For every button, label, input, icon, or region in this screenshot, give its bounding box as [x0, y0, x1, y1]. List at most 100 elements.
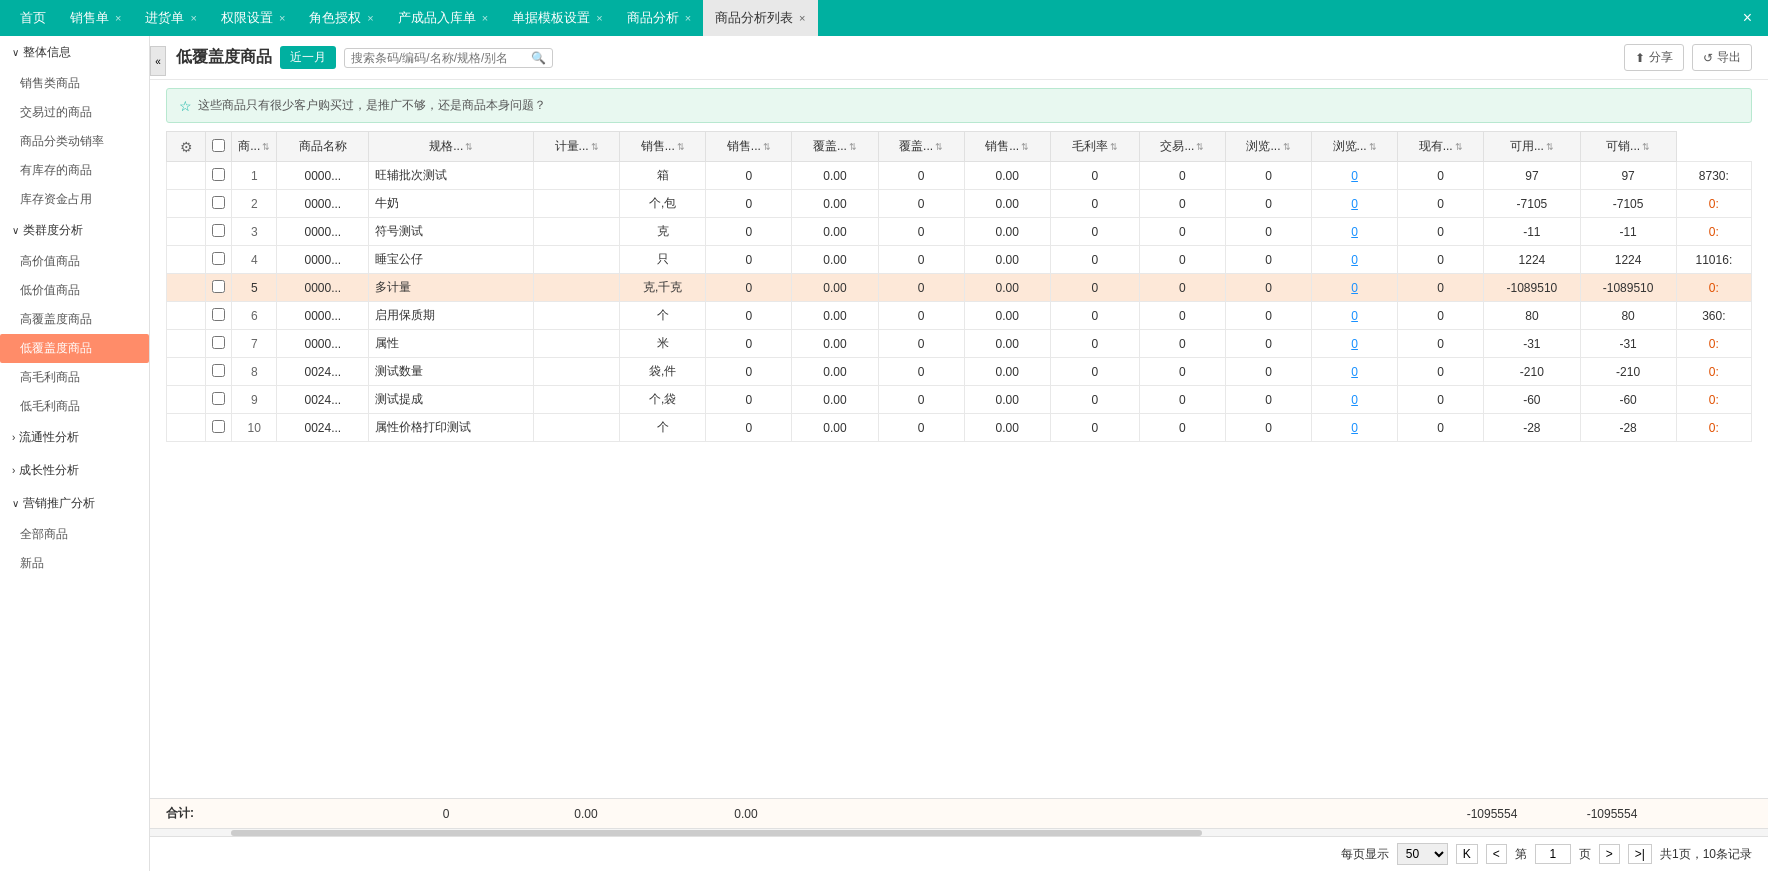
row-checkbox[interactable] — [212, 420, 225, 433]
nav-template-settings[interactable]: 单据模板设置 × — [500, 0, 614, 36]
browse2-column-header[interactable]: 浏览...⇅ — [1312, 132, 1398, 162]
sidebar-item-traded-products[interactable]: 交易过的商品 — [0, 98, 149, 127]
row-checkbox[interactable] — [212, 308, 225, 321]
settings-column-header[interactable]: ⚙ — [167, 132, 206, 162]
window-close-button[interactable]: × — [1735, 9, 1760, 27]
share-button[interactable]: ⬆ 分享 — [1624, 44, 1684, 71]
sales-qty-column-header[interactable]: 销售...⇅ — [620, 132, 706, 162]
sidebar-item-sales-products[interactable]: 销售类商品 — [0, 69, 149, 98]
nav-permission[interactable]: 权限设置 × — [209, 0, 297, 36]
table-cell: 0.00 — [792, 162, 878, 190]
cover1-column-header[interactable]: 覆盖...⇅ — [792, 132, 878, 162]
sidebar-collapse-button[interactable]: « — [150, 46, 166, 76]
sidebar-item-stock-products[interactable]: 有库存的商品 — [0, 156, 149, 185]
table-cell: 0 — [1312, 414, 1398, 442]
table-cell: 0 — [1398, 274, 1484, 302]
row-checkbox[interactable] — [212, 168, 225, 181]
row-checkbox[interactable] — [212, 392, 225, 405]
sidebar-section-overall[interactable]: ∨ 整体信息 — [0, 36, 149, 69]
checkbox-column-header[interactable] — [206, 132, 232, 162]
sidebar-item-new-products[interactable]: 新品 — [0, 549, 149, 578]
prev-page-button[interactable]: < — [1486, 844, 1507, 864]
browse-link[interactable]: 0 — [1351, 169, 1358, 183]
sidebar-item-stock-capital[interactable]: 库存资金占用 — [0, 185, 149, 214]
browse-link[interactable]: 0 — [1351, 253, 1358, 267]
sidebar-item-all-products[interactable]: 全部商品 — [0, 520, 149, 549]
horizontal-scrollbar[interactable] — [150, 828, 1768, 836]
sidebar-item-high-value[interactable]: 高价值商品 — [0, 247, 149, 276]
select-all-checkbox[interactable] — [212, 139, 225, 152]
close-icon[interactable]: × — [279, 12, 285, 24]
nav-purchase-order[interactable]: 进货单 × — [133, 0, 208, 36]
row-checkbox[interactable] — [212, 280, 225, 293]
browse-link[interactable]: 0 — [1351, 309, 1358, 323]
nav-sales-order[interactable]: 销售单 × — [58, 0, 133, 36]
stock1-column-header[interactable]: 现有...⇅ — [1398, 132, 1484, 162]
search-input[interactable] — [351, 51, 531, 65]
per-page-select[interactable]: 50 20 100 — [1397, 843, 1448, 865]
code-column-header[interactable]: 商...⇅ — [232, 132, 277, 162]
close-icon[interactable]: × — [367, 12, 373, 24]
close-icon[interactable]: × — [482, 12, 488, 24]
browse1-column-header[interactable]: 浏览...⇅ — [1225, 132, 1311, 162]
next-page-button[interactable]: > — [1599, 844, 1620, 864]
export-button[interactable]: ↺ 导出 — [1692, 44, 1752, 71]
sellable-column-header[interactable]: 可销...⇅ — [1580, 132, 1676, 162]
sidebar-section-marketing[interactable]: ∨ 营销推广分析 — [0, 487, 149, 520]
sidebar-item-high-margin[interactable]: 高毛利商品 — [0, 363, 149, 392]
close-icon[interactable]: × — [596, 12, 602, 24]
search-icon[interactable]: 🔍 — [531, 51, 546, 65]
row-checkbox[interactable] — [212, 336, 225, 349]
close-icon[interactable]: × — [115, 12, 121, 24]
close-icon[interactable]: × — [685, 12, 691, 24]
sidebar-section-growth[interactable]: › 成长性分析 — [0, 454, 149, 487]
last-page-button[interactable]: >| — [1628, 844, 1652, 864]
browse-link[interactable]: 0 — [1351, 393, 1358, 407]
row-checkbox[interactable] — [212, 196, 225, 209]
close-icon[interactable]: × — [190, 12, 196, 24]
nav-role-auth[interactable]: 角色授权 × — [297, 0, 385, 36]
close-icon[interactable]: × — [799, 12, 805, 24]
browse-link[interactable]: 0 — [1351, 197, 1358, 211]
settings-icon[interactable]: ⚙ — [180, 139, 193, 155]
table-cell: -7105 — [1484, 190, 1580, 218]
table-cell: 0 — [1398, 246, 1484, 274]
row-checkbox[interactable] — [212, 364, 225, 377]
table-cell: 0: — [1676, 218, 1751, 246]
nav-home[interactable]: 首页 — [8, 0, 58, 36]
sales-amt-column-header[interactable]: 销售...⇅ — [706, 132, 792, 162]
cover2-column-header[interactable]: 覆盖...⇅ — [878, 132, 964, 162]
stock2-column-header[interactable]: 可用...⇅ — [1484, 132, 1580, 162]
browse-link[interactable]: 0 — [1351, 225, 1358, 239]
browse-link[interactable]: 0 — [1351, 281, 1358, 295]
sidebar-section-liquidity[interactable]: › 流通性分析 — [0, 421, 149, 454]
browse-link[interactable]: 0 — [1351, 337, 1358, 351]
nav-product-analysis-list[interactable]: 商品分析列表 × — [703, 0, 817, 36]
nav-finished-goods[interactable]: 产成品入库单 × — [386, 0, 500, 36]
sidebar-item-low-value[interactable]: 低价值商品 — [0, 276, 149, 305]
page-number-input[interactable] — [1535, 844, 1571, 864]
sidebar-item-category-turnover[interactable]: 商品分类动销率 — [0, 127, 149, 156]
nav-product-analysis[interactable]: 商品分析 × — [615, 0, 703, 36]
sales2-column-header[interactable]: 销售...⇅ — [964, 132, 1050, 162]
table-cell — [167, 162, 206, 190]
gross-column-header[interactable]: 毛利率⇅ — [1050, 132, 1139, 162]
sidebar-item-low-coverage[interactable]: 低覆盖度商品 — [0, 334, 149, 363]
time-filter-button[interactable]: 近一月 — [280, 46, 336, 69]
name-column-header[interactable]: 商品名称 — [277, 132, 369, 162]
row-checkbox[interactable] — [212, 224, 225, 237]
table-cell: 4 — [232, 246, 277, 274]
browse-link[interactable]: 0 — [1351, 421, 1358, 435]
spec-column-header[interactable]: 规格...⇅ — [369, 132, 534, 162]
sidebar-item-high-coverage[interactable]: 高覆盖度商品 — [0, 305, 149, 334]
total-sales-amt: 0.00 — [546, 807, 626, 821]
sidebar-item-low-margin[interactable]: 低毛利商品 — [0, 392, 149, 421]
row-checkbox[interactable] — [212, 252, 225, 265]
first-page-button[interactable]: K — [1456, 844, 1478, 864]
table-cell: 0 — [706, 190, 792, 218]
unit-column-header[interactable]: 计量...⇅ — [534, 132, 620, 162]
trade-column-header[interactable]: 交易...⇅ — [1139, 132, 1225, 162]
browse-link[interactable]: 0 — [1351, 365, 1358, 379]
sidebar-section-category[interactable]: ∨ 类群度分析 — [0, 214, 149, 247]
table-cell: 符号测试 — [369, 218, 534, 246]
